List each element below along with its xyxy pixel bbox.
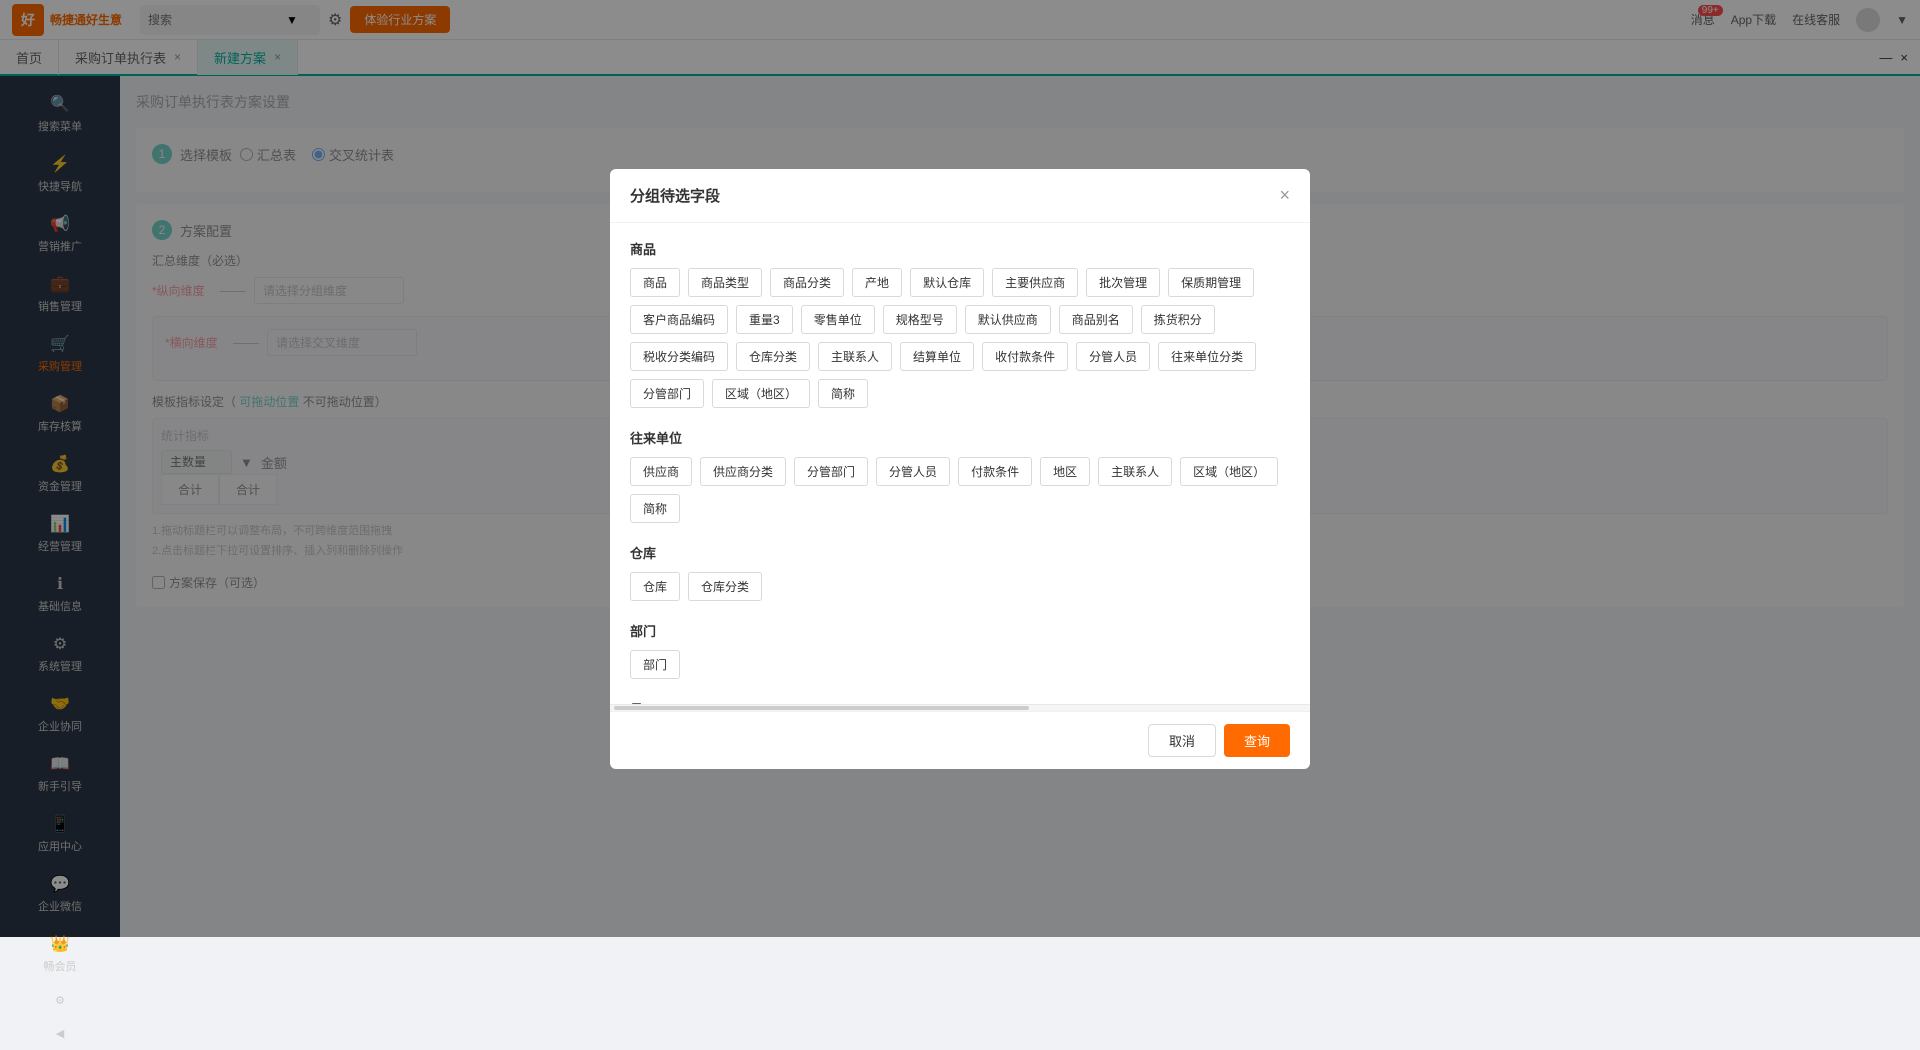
field-section-partner: 往来单位 供应商 供应商分类 分管部门 分管人员 付款条件 地区 主联系人 区域… — [630, 428, 1290, 523]
partner-field-tags: 供应商 供应商分类 分管部门 分管人员 付款条件 地区 主联系人 区域（地区） … — [630, 457, 1290, 523]
field-tag-batch-mgmt[interactable]: 批次管理 — [1086, 268, 1160, 297]
field-tag-warehouse-cat[interactable]: 仓库分类 — [688, 572, 762, 601]
field-tag-dept[interactable]: 分管部门 — [630, 379, 704, 408]
field-tag-partner-manager[interactable]: 分管人员 — [876, 457, 950, 486]
field-tag-shelf-life[interactable]: 保质期管理 — [1168, 268, 1254, 297]
field-tag-manager[interactable]: 分管人员 — [1076, 342, 1150, 371]
collapse-icon: ◀ — [56, 1027, 64, 1040]
cancel-button[interactable]: 取消 — [1148, 724, 1216, 757]
dept-field-tags: 部门 — [630, 650, 1290, 679]
modal-footer: 取消 查询 — [610, 711, 1310, 769]
modal-close-button[interactable]: × — [1279, 185, 1290, 206]
field-tag-retail-unit[interactable]: 零售单位 — [801, 305, 875, 334]
field-tag-weight[interactable]: 重量3 — [736, 305, 793, 334]
field-section-warehouse: 仓库 仓库 仓库分类 — [630, 543, 1290, 601]
field-tag-region[interactable]: 区域（地区） — [712, 379, 810, 408]
field-tag-spec-model[interactable]: 规格型号 — [883, 305, 957, 334]
field-tag-area[interactable]: 地区 — [1040, 457, 1090, 486]
field-tag-warehouse-category[interactable]: 仓库分类 — [736, 342, 810, 371]
field-section-department-title: 部门 — [630, 621, 1290, 640]
field-tag-department[interactable]: 部门 — [630, 650, 680, 679]
modal-header: 分组待选字段 × — [610, 169, 1310, 223]
field-section-partner-title: 往来单位 — [630, 428, 1290, 447]
member-icon: 👑 — [50, 934, 70, 954]
field-tag-pay-terms[interactable]: 付款条件 — [958, 457, 1032, 486]
sidebar-settings-btn[interactable]: ⚙ — [0, 984, 120, 1017]
field-tag-supplier[interactable]: 供应商 — [630, 457, 692, 486]
field-tag-supplier-category[interactable]: 供应商分类 — [700, 457, 786, 486]
field-tag-product-category[interactable]: 商品分类 — [770, 268, 844, 297]
product-field-tags: 商品 商品类型 商品分类 产地 默认仓库 主要供应商 批次管理 保质期管理 客户… — [630, 268, 1290, 408]
field-tag-product-alias[interactable]: 商品别名 — [1059, 305, 1133, 334]
scrollbar-thumb — [614, 706, 1029, 710]
field-tag-partner-contact[interactable]: 主联系人 — [1098, 457, 1172, 486]
field-tag-customer-code[interactable]: 客户商品编码 — [630, 305, 728, 334]
modal-title: 分组待选字段 — [630, 185, 720, 206]
field-tag-settlement-unit[interactable]: 结算单位 — [900, 342, 974, 371]
warehouse-field-tags: 仓库 仓库分类 — [630, 572, 1290, 601]
confirm-button[interactable]: 查询 — [1224, 724, 1290, 757]
field-tag-product-type[interactable]: 商品类型 — [688, 268, 762, 297]
field-tag-abbr[interactable]: 简称 — [818, 379, 868, 408]
field-tag-main-contact[interactable]: 主联系人 — [818, 342, 892, 371]
field-section-product-title: 商品 — [630, 239, 1290, 258]
field-tag-pick-points[interactable]: 拣货积分 — [1141, 305, 1215, 334]
sidebar-collapse-btn[interactable]: ◀ — [0, 1017, 120, 1050]
sidebar-item-member-label: 畅会员 — [44, 958, 77, 974]
field-tag-product[interactable]: 商品 — [630, 268, 680, 297]
field-section-product: 商品 商品 商品类型 商品分类 产地 默认仓库 主要供应商 批次管理 保质期管理… — [630, 239, 1290, 408]
modal-overlay: 分组待选字段 × 商品 商品 商品类型 商品分类 产地 默认仓库 主要供应商 批… — [0, 0, 1920, 937]
modal-body: 商品 商品 商品类型 商品分类 产地 默认仓库 主要供应商 批次管理 保质期管理… — [610, 223, 1310, 705]
field-tag-main-supplier[interactable]: 主要供应商 — [992, 268, 1078, 297]
field-tag-unit-category[interactable]: 往来单位分类 — [1158, 342, 1256, 371]
field-tag-default-warehouse[interactable]: 默认仓库 — [910, 268, 984, 297]
settings-icon: ⚙ — [55, 994, 65, 1007]
field-tag-origin[interactable]: 产地 — [852, 268, 902, 297]
field-tag-partner-dept[interactable]: 分管部门 — [794, 457, 868, 486]
field-tag-partner-abbr[interactable]: 简称 — [630, 494, 680, 523]
field-tag-partner-region[interactable]: 区域（地区） — [1180, 457, 1278, 486]
field-select-modal: 分组待选字段 × 商品 商品 商品类型 商品分类 产地 默认仓库 主要供应商 批… — [610, 169, 1310, 769]
field-tag-payment-terms[interactable]: 收付款条件 — [982, 342, 1068, 371]
field-tag-tax-code[interactable]: 税收分类编码 — [630, 342, 728, 371]
field-section-department: 部门 部门 — [630, 621, 1290, 679]
field-tag-default-supplier[interactable]: 默认供应商 — [965, 305, 1051, 334]
sidebar-bottom: ⚙ ◀ — [0, 984, 120, 1050]
field-tag-warehouse[interactable]: 仓库 — [630, 572, 680, 601]
field-section-warehouse-title: 仓库 — [630, 543, 1290, 562]
